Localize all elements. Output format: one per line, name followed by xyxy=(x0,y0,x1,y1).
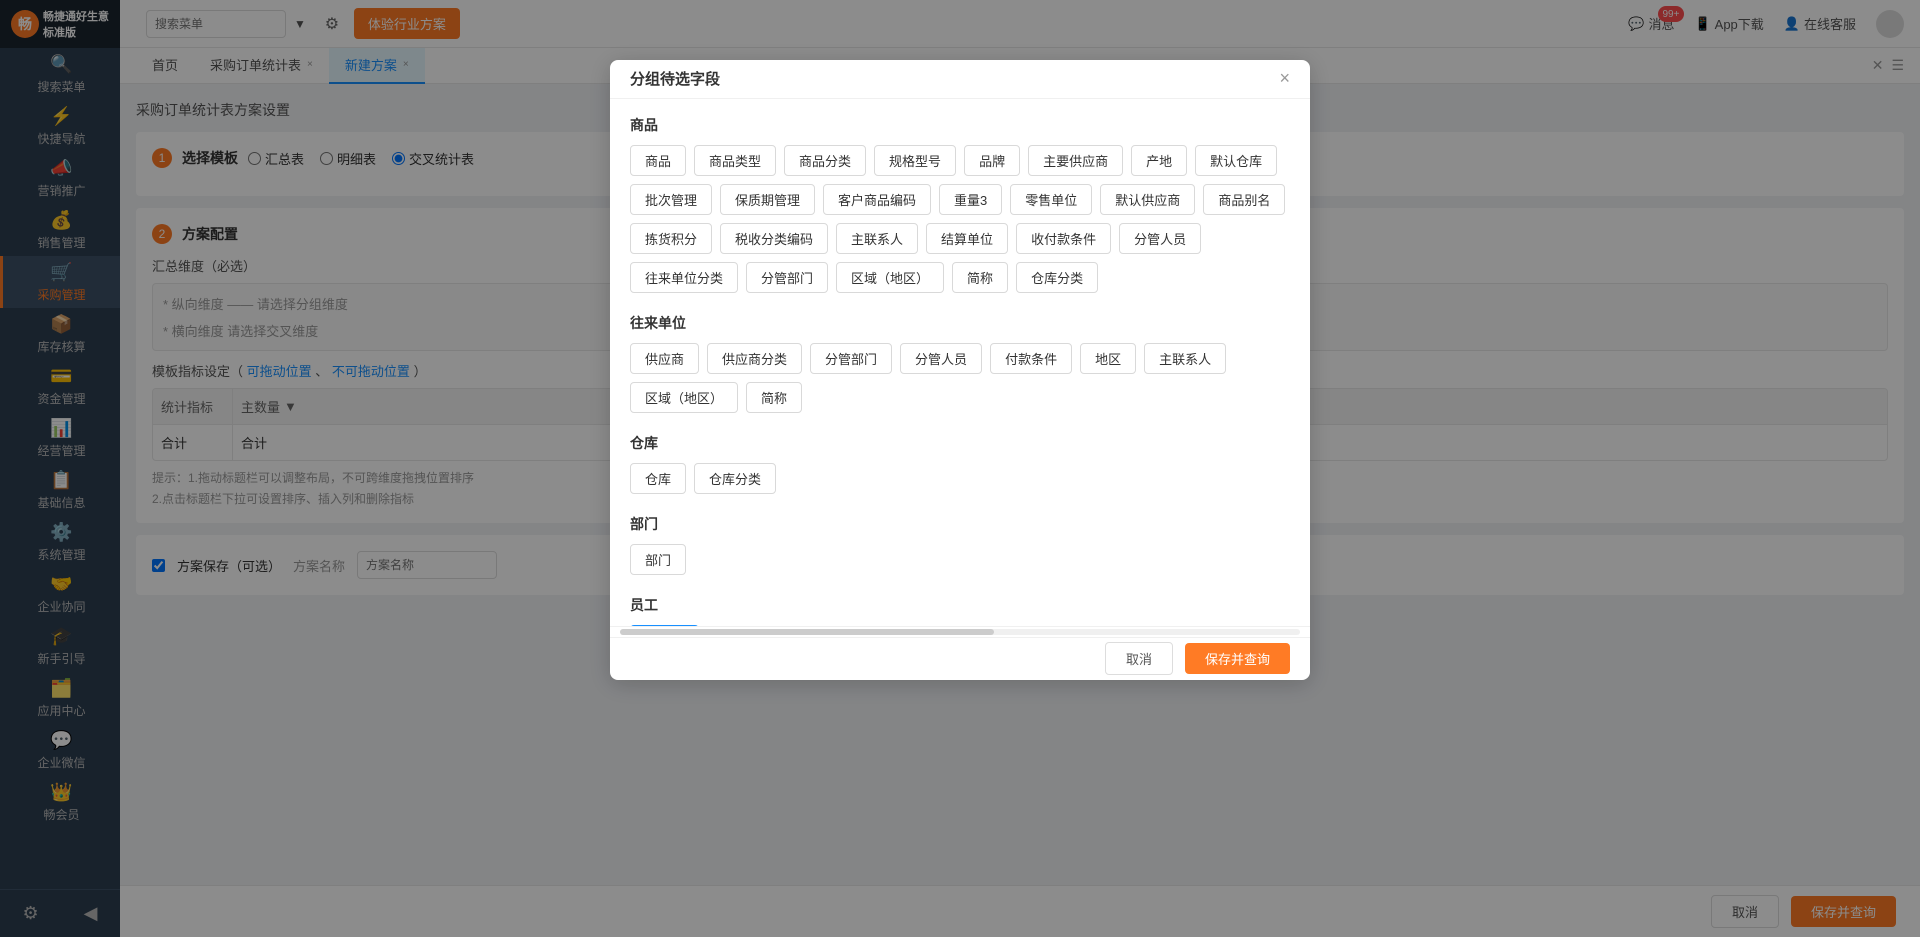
dialog-header: 分组待选字段 × xyxy=(610,60,1310,99)
field-chips-2: 仓库仓库分类 xyxy=(630,463,1290,494)
field-chip-3-0[interactable]: 部门 xyxy=(630,544,686,575)
field-chip-1-6[interactable]: 主联系人 xyxy=(1144,343,1226,374)
field-chip-0-15[interactable]: 拣货积分 xyxy=(630,223,712,254)
field-chip-0-2[interactable]: 商品分类 xyxy=(784,145,866,176)
field-chip-0-10[interactable]: 客户商品编码 xyxy=(823,184,931,215)
field-group-1: 往来单位供应商供应商分类分管部门分管人员付款条件地区主联系人区域（地区） 简称 xyxy=(630,313,1290,413)
field-chip-0-13[interactable]: 默认供应商 xyxy=(1100,184,1195,215)
field-chip-1-1[interactable]: 供应商分类 xyxy=(707,343,802,374)
field-group-title-2: 仓库 xyxy=(630,433,1290,453)
field-chip-0-14[interactable]: 商品别名 xyxy=(1203,184,1285,215)
field-chip-1-4[interactable]: 付款条件 xyxy=(990,343,1072,374)
field-chips-0: 商品商品类型商品分类规格型号品牌主要供应商产地默认仓库批次管理保质期管理客户商品… xyxy=(630,145,1290,293)
field-chip-0-20[interactable]: 分管人员 xyxy=(1119,223,1201,254)
field-group-3: 部门部门 xyxy=(630,514,1290,575)
dialog-body: 商品商品商品类型商品分类规格型号品牌主要供应商产地默认仓库批次管理保质期管理客户… xyxy=(610,99,1310,626)
field-chip-0-23[interactable]: 区域（地区） xyxy=(836,262,944,293)
field-chip-0-25[interactable]: 仓库分类 xyxy=(1016,262,1098,293)
field-group-title-0: 商品 xyxy=(630,115,1290,135)
field-chip-0-3[interactable]: 规格型号 xyxy=(874,145,956,176)
field-group-title-3: 部门 xyxy=(630,514,1290,534)
field-chip-0-6[interactable]: 产地 xyxy=(1131,145,1187,176)
dialog-cancel-button[interactable]: 取消 xyxy=(1105,642,1173,675)
dialog-title: 分组待选字段 xyxy=(630,68,720,89)
field-chip-0-11[interactable]: 重量3 xyxy=(939,184,1002,215)
field-chip-1-2[interactable]: 分管部门 xyxy=(810,343,892,374)
field-chip-0-16[interactable]: 税收分类编码 xyxy=(720,223,828,254)
field-chip-0-8[interactable]: 批次管理 xyxy=(630,184,712,215)
field-chip-0-4[interactable]: 品牌 xyxy=(964,145,1020,176)
dialog-footer: 取消 保存并查询 xyxy=(610,637,1310,680)
field-chip-1-5[interactable]: 地区 xyxy=(1080,343,1136,374)
field-group-title-4: 员工 xyxy=(630,595,1290,615)
field-chip-1-0[interactable]: 供应商 xyxy=(630,343,699,374)
hscroll-thumb xyxy=(620,629,994,635)
field-chip-0-21[interactable]: 往来单位分类 xyxy=(630,262,738,293)
dialog-overlay: 分组待选字段 × 商品商品商品类型商品分类规格型号品牌主要供应商产地默认仓库批次… xyxy=(0,0,1920,937)
field-group-title-1: 往来单位 xyxy=(630,313,1290,333)
field-chip-0-24[interactable]: 简称 xyxy=(952,262,1008,293)
field-chip-0-7[interactable]: 默认仓库 xyxy=(1195,145,1277,176)
field-chips-3: 部门 xyxy=(630,544,1290,575)
field-chip-0-9[interactable]: 保质期管理 xyxy=(720,184,815,215)
field-chip-0-18[interactable]: 结算单位 xyxy=(926,223,1008,254)
field-chip-0-12[interactable]: 零售单位 xyxy=(1010,184,1092,215)
field-chip-0-0[interactable]: 商品 xyxy=(630,145,686,176)
field-chip-2-0[interactable]: 仓库 xyxy=(630,463,686,494)
dialog-hscroll xyxy=(610,626,1310,637)
field-select-dialog: 分组待选字段 × 商品商品商品类型商品分类规格型号品牌主要供应商产地默认仓库批次… xyxy=(610,60,1310,680)
field-chip-0-17[interactable]: 主联系人 xyxy=(836,223,918,254)
field-chip-1-8[interactable]: 简称 xyxy=(746,382,802,413)
field-group-2: 仓库仓库仓库分类 xyxy=(630,433,1290,494)
field-chip-1-3[interactable]: 分管人员 xyxy=(900,343,982,374)
field-chip-0-19[interactable]: 收付款条件 xyxy=(1016,223,1111,254)
dialog-close-button[interactable]: × xyxy=(1279,68,1290,89)
field-group-0: 商品商品商品类型商品分类规格型号品牌主要供应商产地默认仓库批次管理保质期管理客户… xyxy=(630,115,1290,293)
dialog-confirm-button[interactable]: 保存并查询 xyxy=(1185,643,1290,674)
field-chip-0-5[interactable]: 主要供应商 xyxy=(1028,145,1123,176)
field-chip-1-7[interactable]: 区域（地区） xyxy=(630,382,738,413)
field-group-4: 员工业务员 xyxy=(630,595,1290,626)
field-chip-0-22[interactable]: 分管部门 xyxy=(746,262,828,293)
field-chip-0-1[interactable]: 商品类型 xyxy=(694,145,776,176)
field-chips-1: 供应商供应商分类分管部门分管人员付款条件地区主联系人区域（地区） 简称 xyxy=(630,343,1290,413)
field-chip-2-1[interactable]: 仓库分类 xyxy=(694,463,776,494)
